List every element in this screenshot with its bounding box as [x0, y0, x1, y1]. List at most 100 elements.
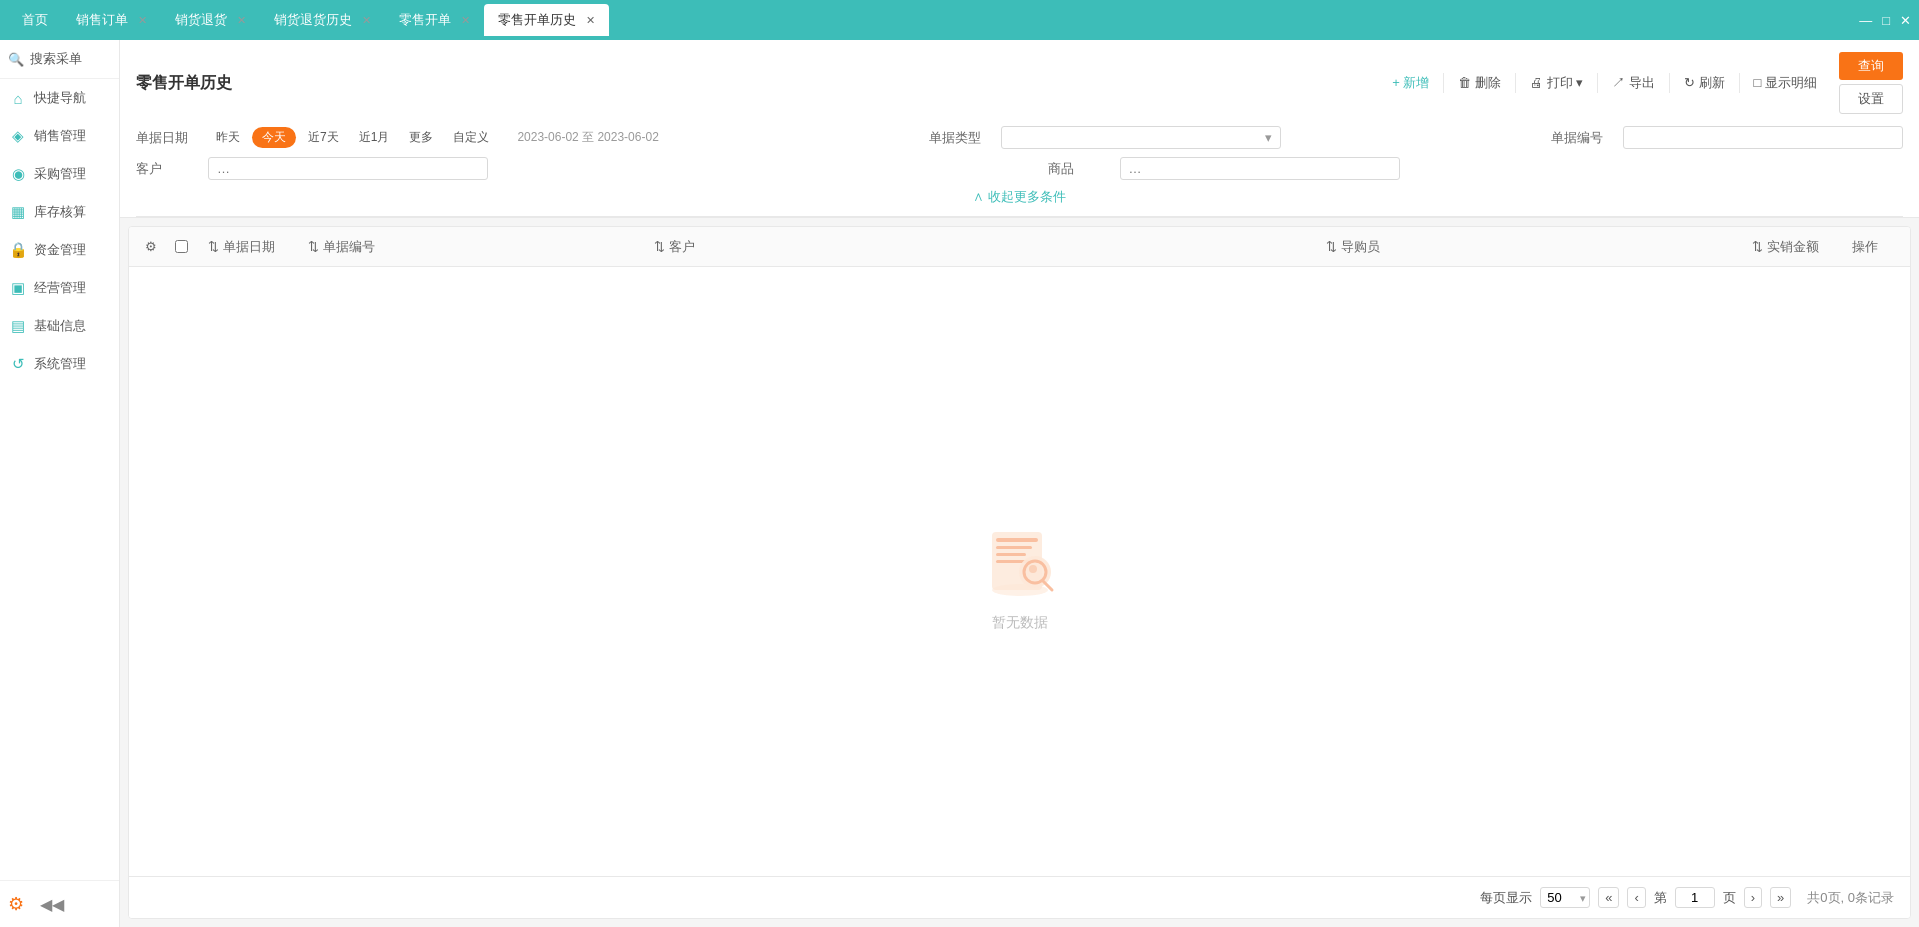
- page-size-wrapper[interactable]: 10 20 50 100: [1540, 887, 1590, 908]
- purchase-icon: ◉: [8, 165, 28, 183]
- tab-retail-open-history[interactable]: 零售开单历史 ✕: [484, 4, 609, 36]
- sidebar: 🔍 搜索采单 ⌂ 快捷导航 ◈ 销售管理 ◉ 采购管理 ▦ 库存核算 🔒 资金管…: [0, 40, 120, 927]
- th-salesperson[interactable]: ⇅ 导购员: [1316, 230, 1416, 264]
- refresh-button[interactable]: ↻ 刷新: [1684, 74, 1725, 92]
- page-label: 第: [1654, 889, 1667, 907]
- page-number-input[interactable]: [1675, 887, 1715, 908]
- tab-sales-order[interactable]: 销售订单 ✕: [62, 4, 161, 36]
- display-detail-button[interactable]: □ 显示明细: [1754, 74, 1817, 92]
- table-header: ⚙ ⇅ 单据日期 ⇅ 单据编号 ⇅ 客户 ⇅ 导购员: [129, 227, 1910, 267]
- sidebar-item-purchase-mgmt[interactable]: ◉ 采购管理: [0, 155, 119, 193]
- first-page-btn[interactable]: «: [1598, 887, 1619, 908]
- sidebar-item-sales-mgmt[interactable]: ◈ 销售管理: [0, 117, 119, 155]
- date-opt-more[interactable]: 更多: [401, 127, 441, 148]
- empty-text: 暂无数据: [992, 614, 1048, 632]
- tab-bar: 首页 销售订单 ✕ 销货退货 ✕ 销货退货历史 ✕ 零售开单 ✕ 零售开单历史 …: [0, 0, 1919, 40]
- bill-type-label: 单据类型: [929, 129, 985, 147]
- th-action: 操作: [1842, 230, 1902, 264]
- page-size-select[interactable]: 10 20 50 100: [1540, 887, 1590, 908]
- tab-home[interactable]: 首页: [8, 4, 62, 36]
- customer-label: 客户: [136, 160, 192, 178]
- print-button[interactable]: 🖨 打印 ▾: [1530, 74, 1583, 92]
- sidebar-item-quick-nav[interactable]: ⌂ 快捷导航: [0, 79, 119, 117]
- settings-gear-icon[interactable]: ⚙: [8, 893, 24, 915]
- bill-no-label: 单据编号: [1551, 129, 1607, 147]
- sidebar-item-system-mgmt[interactable]: ↺ 系统管理: [0, 345, 119, 383]
- sales-icon: ◈: [8, 127, 28, 145]
- finance-icon: 🔒: [8, 241, 28, 259]
- delete-button[interactable]: 🗑 删除: [1458, 74, 1501, 92]
- empty-state: 暂无数据: [129, 267, 1910, 876]
- bill-type-select[interactable]: ▾: [1001, 126, 1281, 149]
- table-settings-btn[interactable]: ⚙: [137, 231, 165, 262]
- tab-close-sales-return[interactable]: ✕: [237, 14, 246, 27]
- minimize-btn[interactable]: —: [1859, 13, 1872, 28]
- tab-sales-return-history[interactable]: 销货退货历史 ✕: [260, 4, 385, 36]
- tab-close-retail-open-history[interactable]: ✕: [586, 14, 595, 27]
- maximize-btn[interactable]: □: [1882, 13, 1890, 28]
- page-header: 零售开单历史 + 新增 🗑 删除 🖨 打印 ▾ ↗ 导出: [120, 40, 1919, 218]
- bill-type-chevron: ▾: [1265, 130, 1272, 145]
- date-opt-1month[interactable]: 近1月: [351, 127, 398, 148]
- empty-state-icon: [970, 512, 1070, 602]
- toolbar-actions: + 新增 🗑 删除 🖨 打印 ▾ ↗ 导出: [1392, 52, 1903, 114]
- th-billno[interactable]: ⇅ 单据编号: [298, 230, 644, 264]
- last-page-btn[interactable]: »: [1770, 887, 1791, 908]
- svg-rect-3: [996, 546, 1032, 549]
- date-range-text: 2023-06-02 至 2023-06-02: [517, 129, 658, 146]
- svg-rect-4: [996, 553, 1026, 556]
- goods-text-input[interactable]: [1129, 161, 1391, 176]
- date-options: 昨天 今天 近7天 近1月 更多 自定义: [208, 127, 497, 148]
- th-customer[interactable]: ⇅ 客户: [644, 230, 1316, 264]
- date-opt-yesterday[interactable]: 昨天: [208, 127, 248, 148]
- bill-no-text-input[interactable]: [1632, 130, 1894, 145]
- tab-close-sales-return-history[interactable]: ✕: [362, 14, 371, 27]
- total-text: 共0页, 0条记录: [1807, 889, 1894, 907]
- operations-icon: ▣: [8, 279, 28, 297]
- sidebar-collapse-icon[interactable]: ◀◀: [40, 895, 64, 914]
- page-size-label: 每页显示: [1480, 889, 1532, 907]
- add-button[interactable]: + 新增: [1392, 74, 1429, 92]
- table-select-all[interactable]: [165, 232, 198, 261]
- sidebar-item-operations[interactable]: ▣ 经营管理: [0, 269, 119, 307]
- pagination: 每页显示 10 20 50 100 « ‹ 第 页 › » 共0页, 0条记录: [129, 876, 1910, 918]
- sidebar-item-finance-mgmt[interactable]: 🔒 资金管理: [0, 231, 119, 269]
- svg-rect-2: [996, 538, 1038, 542]
- bill-no-input[interactable]: [1623, 126, 1903, 149]
- inventory-icon: ▦: [8, 203, 28, 221]
- th-amount[interactable]: ⇅ 实销金额: [1742, 230, 1842, 264]
- basic-info-icon: ▤: [8, 317, 28, 335]
- close-btn[interactable]: ✕: [1900, 13, 1911, 28]
- filter-area: 单据日期 昨天 今天 近7天 近1月 更多 自定义 2023-06-02 至 2…: [136, 126, 1903, 217]
- content-area: 零售开单历史 + 新增 🗑 删除 🖨 打印 ▾ ↗ 导出: [120, 40, 1919, 927]
- date-opt-today[interactable]: 今天: [252, 127, 296, 148]
- collapse-label: ∧ 收起更多条件: [973, 188, 1066, 206]
- export-button[interactable]: ↗ 导出: [1612, 74, 1655, 92]
- goods-label: 商品: [1048, 160, 1104, 178]
- page-title: 零售开单历史: [136, 73, 232, 94]
- table-container: ⚙ ⇅ 单据日期 ⇅ 单据编号 ⇅ 客户 ⇅ 导购员: [128, 226, 1911, 919]
- tab-sales-return[interactable]: 销货退货 ✕: [161, 4, 260, 36]
- setting-button[interactable]: 设置: [1839, 84, 1903, 114]
- goods-input[interactable]: [1120, 157, 1400, 180]
- date-opt-7days[interactable]: 近7天: [300, 127, 347, 148]
- window-controls: — □ ✕: [1859, 13, 1911, 28]
- search-icon: 🔍: [8, 52, 24, 67]
- tab-close-retail-open[interactable]: ✕: [461, 14, 470, 27]
- collapse-button[interactable]: ∧ 收起更多条件: [136, 188, 1903, 206]
- tab-retail-open[interactable]: 零售开单 ✕: [385, 4, 484, 36]
- th-date[interactable]: ⇅ 单据日期: [198, 230, 298, 264]
- select-all-checkbox[interactable]: [175, 240, 188, 253]
- sidebar-search[interactable]: 🔍 搜索采单: [0, 40, 119, 79]
- prev-page-btn[interactable]: ‹: [1627, 887, 1645, 908]
- sidebar-item-basic-info[interactable]: ▤ 基础信息: [0, 307, 119, 345]
- page-suffix: 页: [1723, 889, 1736, 907]
- date-opt-custom[interactable]: 自定义: [445, 127, 497, 148]
- query-button[interactable]: 查询: [1839, 52, 1903, 80]
- customer-text-input[interactable]: [217, 161, 479, 176]
- customer-input[interactable]: [208, 157, 488, 180]
- next-page-btn[interactable]: ›: [1744, 887, 1762, 908]
- tab-close-sales-order[interactable]: ✕: [138, 14, 147, 27]
- home-icon: ⌂: [8, 90, 28, 107]
- sidebar-item-inventory[interactable]: ▦ 库存核算: [0, 193, 119, 231]
